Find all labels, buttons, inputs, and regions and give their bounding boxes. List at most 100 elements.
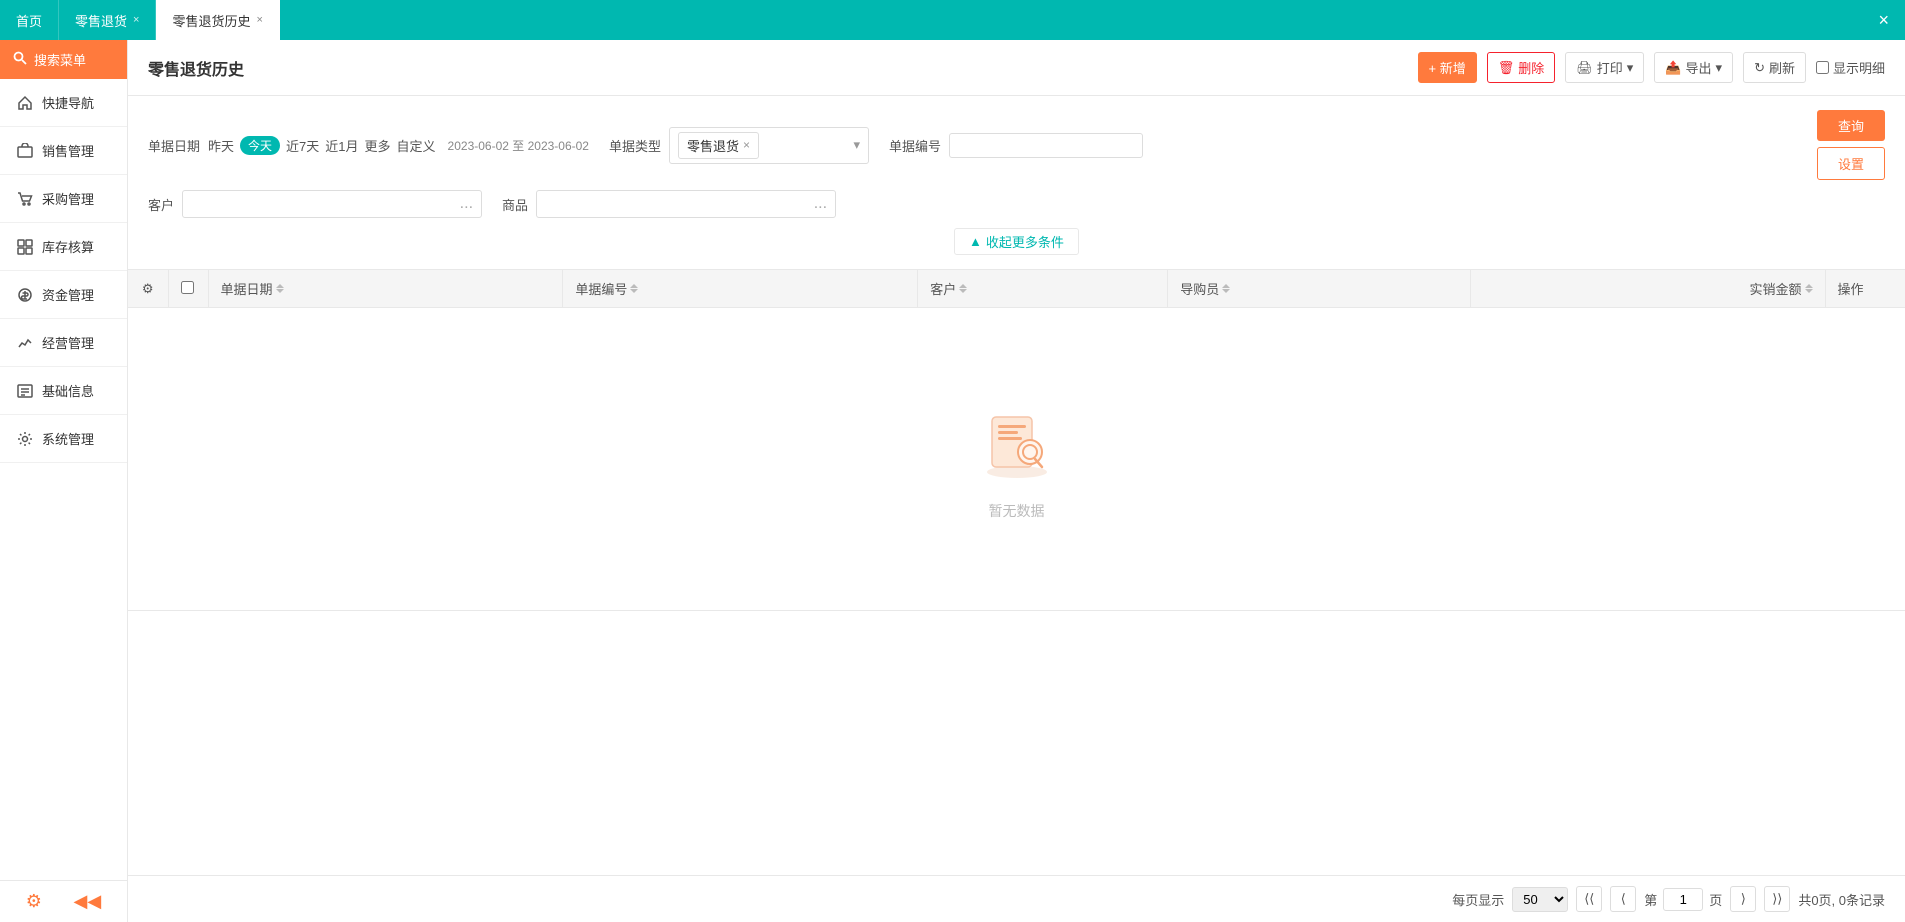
table-header: ⚙ 单据日期 <box>128 270 1905 308</box>
sidebar-item-basic-info-label: 基础信息 <box>42 381 94 400</box>
top-bar: 首页 零售退货 × 零售退货历史 × × <box>0 0 1905 40</box>
goods-filter: 商品 ... <box>502 190 836 218</box>
customer-input[interactable]: ... <box>182 190 482 218</box>
per-page-select[interactable]: 20 50 100 <box>1512 887 1568 912</box>
page-input[interactable] <box>1663 888 1703 911</box>
content-area: 零售退货历史 + 新增 🗑 删除 🖨 打印 ▾ 📤 导出 ▾ <box>128 40 1905 922</box>
sidebar-item-inventory[interactable]: 库存核算 <box>0 223 127 271</box>
customer-dots: ... <box>460 195 473 213</box>
select-all-checkbox[interactable] <box>181 281 194 294</box>
date-opt-custom[interactable]: 自定义 <box>397 136 436 155</box>
th-gear: ⚙ <box>128 270 168 308</box>
doc-type-select[interactable]: 零售退货 × ▾ <box>669 127 869 164</box>
table-body: 暂无数据 <box>128 308 1905 611</box>
th-action: 操作 <box>1825 270 1905 308</box>
refresh-button[interactable]: ↻ 刷新 <box>1743 52 1806 83</box>
prev-page-button[interactable]: ⟨ <box>1610 886 1636 912</box>
date-opt-more[interactable]: 更多 <box>365 136 391 155</box>
window-close-button[interactable]: × <box>1862 10 1905 31</box>
tab-retail-return[interactable]: 零售退货 × <box>59 0 156 40</box>
th-doc-no: 单据编号 <box>563 270 918 308</box>
system-icon <box>16 430 34 448</box>
doc-no-sort-icon[interactable] <box>630 284 638 293</box>
goods-dots: ... <box>814 195 827 213</box>
amount-sort-icon[interactable] <box>1805 284 1813 293</box>
sidebar-item-basic-info[interactable]: 基础信息 <box>0 367 127 415</box>
th-amount: 实销金额 <box>1470 270 1825 308</box>
sidebar-item-quick-nav-label: 快捷导航 <box>42 93 94 112</box>
th-doc-date-label: 单据日期 <box>221 279 273 298</box>
delete-button[interactable]: 🗑 删除 <box>1487 52 1556 83</box>
goods-input[interactable]: ... <box>536 190 836 218</box>
sidebar-item-system-mgmt[interactable]: 系统管理 <box>0 415 127 463</box>
table-header-row: ⚙ 单据日期 <box>128 270 1905 308</box>
sidebar-bottom: ⚙ ◀◀ <box>0 880 127 922</box>
sidebar-item-operations[interactable]: 经营管理 <box>0 319 127 367</box>
customer-label: 客户 <box>148 195 174 214</box>
finance-icon <box>16 286 34 304</box>
print-dropdown-icon: ▾ <box>1627 60 1634 76</box>
date-options: 昨天 今天 近7天 近1月 更多 自定义 <box>208 136 436 155</box>
settings-gear-icon[interactable]: ⚙ <box>26 891 42 912</box>
th-guide: 导购员 <box>1168 270 1470 308</box>
page-label: 第 <box>1644 890 1657 909</box>
page-header: 零售退货历史 + 新增 🗑 删除 🖨 打印 ▾ 📤 导出 ▾ <box>128 40 1905 96</box>
sidebar-search[interactable]: 搜索菜单 <box>0 40 127 79</box>
tab-retail-return-close[interactable]: × <box>133 14 139 26</box>
tab-retail-return-history[interactable]: 零售退货历史 × <box>156 0 279 40</box>
empty-state: 暂无数据 <box>140 317 1893 601</box>
sidebar-item-sales-mgmt[interactable]: 销售管理 <box>0 127 127 175</box>
tab-home[interactable]: 首页 <box>0 0 59 40</box>
tab-retail-return-history-label: 零售退货历史 <box>172 11 250 30</box>
next-page-button[interactable]: ⟩ <box>1730 886 1756 912</box>
export-dropdown-icon: ▾ <box>1716 60 1723 76</box>
empty-text: 暂无数据 <box>989 501 1045 521</box>
sidebar: 搜索菜单 快捷导航 销售管理 <box>0 40 128 922</box>
pagination-total: 共0页, 0条记录 <box>1798 890 1885 909</box>
customer-filter: 客户 ... <box>148 190 482 218</box>
set-button[interactable]: 设置 <box>1817 147 1885 180</box>
doc-type-filter: 单据类型 零售退货 × ▾ <box>609 127 869 164</box>
first-page-button[interactable]: ⟨⟨ <box>1576 886 1602 912</box>
search-icon <box>12 50 28 69</box>
print-icon: 🖨 <box>1576 60 1593 76</box>
date-opt-today[interactable]: 今天 <box>240 136 280 155</box>
show-detail-wrap: 显示明细 <box>1816 58 1885 77</box>
th-checkbox <box>168 270 208 308</box>
date-opt-yesterday[interactable]: 昨天 <box>208 136 234 155</box>
column-settings-icon[interactable]: ⚙ <box>142 281 154 297</box>
guide-sort-icon[interactable] <box>1222 284 1230 293</box>
date-opt-7days[interactable]: 近7天 <box>286 136 319 155</box>
doc-no-input[interactable] <box>949 133 1143 158</box>
date-filter-label: 单据日期 <box>148 136 200 155</box>
doc-date-sort-icon[interactable] <box>276 284 284 293</box>
sidebar-item-purchase-mgmt[interactable]: 采购管理 <box>0 175 127 223</box>
export-button[interactable]: 📤 导出 ▾ <box>1654 52 1733 83</box>
new-button[interactable]: + 新增 <box>1418 52 1477 83</box>
export-icon: 📤 <box>1665 60 1681 76</box>
print-button[interactable]: 🖨 打印 ▾ <box>1565 52 1644 83</box>
th-action-label: 操作 <box>1838 282 1864 297</box>
tab-home-label: 首页 <box>16 11 42 30</box>
doc-no-label: 单据编号 <box>889 136 941 155</box>
sidebar-item-finance-label: 资金管理 <box>42 285 94 304</box>
doc-type-tag-close[interactable]: × <box>743 138 750 152</box>
tab-retail-return-history-close[interactable]: × <box>256 14 262 26</box>
last-page-button[interactable]: ⟩⟩ <box>1764 886 1790 912</box>
doc-type-dropdown-icon: ▾ <box>853 137 860 153</box>
page-info: 第 页 <box>1644 888 1722 911</box>
sidebar-search-label: 搜索菜单 <box>34 50 86 69</box>
date-opt-1month[interactable]: 近1月 <box>325 136 358 155</box>
tab-retail-return-label: 零售退货 <box>75 11 127 30</box>
sidebar-item-quick-nav[interactable]: 快捷导航 <box>0 79 127 127</box>
show-detail-checkbox[interactable] <box>1816 61 1829 74</box>
sidebar-item-finance[interactable]: 资金管理 <box>0 271 127 319</box>
query-button[interactable]: 查询 <box>1817 110 1885 141</box>
data-table: ⚙ 单据日期 <box>128 270 1905 611</box>
show-detail-label: 显示明细 <box>1833 58 1885 77</box>
collapse-filter-button[interactable]: ▲ 收起更多条件 <box>954 228 1079 255</box>
customer-sort-icon[interactable] <box>959 284 967 293</box>
pagination-bar: 每页显示 20 50 100 ⟨⟨ ⟨ 第 页 ⟩ ⟩⟩ 共0页, 0条记录 <box>128 875 1905 922</box>
sidebar-item-operations-label: 经营管理 <box>42 333 94 352</box>
sound-icon[interactable]: ◀◀ <box>74 891 102 912</box>
